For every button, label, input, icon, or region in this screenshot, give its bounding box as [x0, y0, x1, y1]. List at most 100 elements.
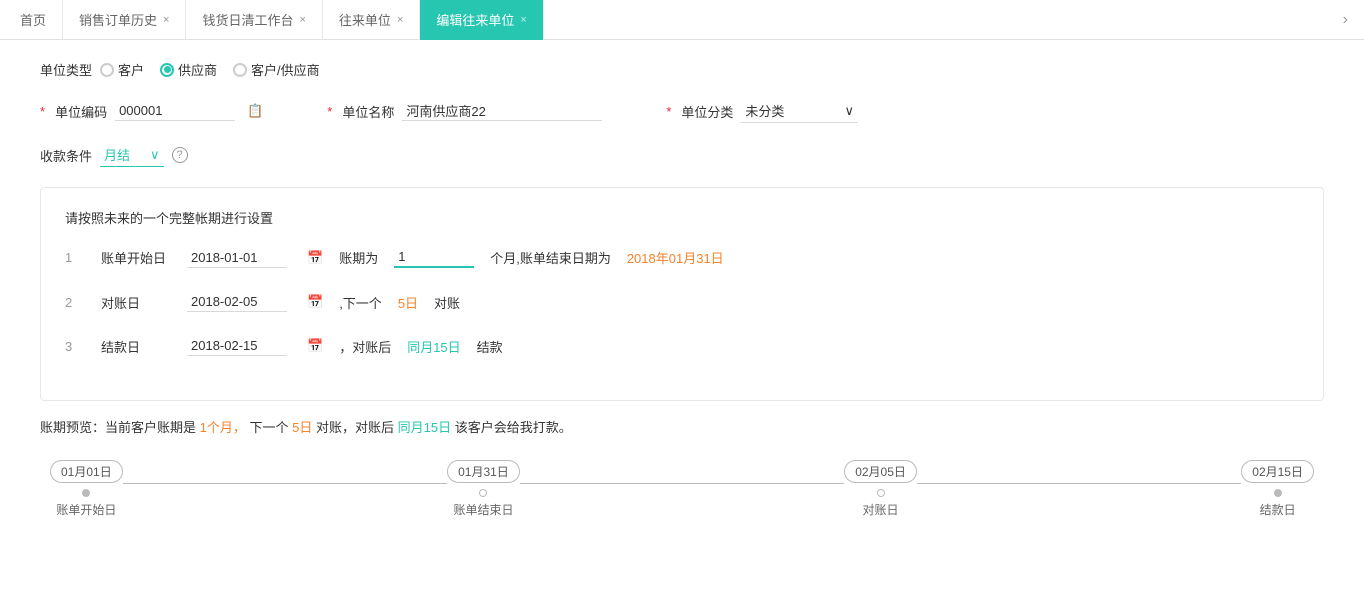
- preview-mid2: 对账，对账后: [316, 420, 394, 435]
- radio-customer[interactable]: 客户: [100, 60, 144, 79]
- timeline-label-3: 对账日: [863, 501, 899, 518]
- unit-type-field: 单位类型 客户 供应商 客户/供应商: [40, 60, 320, 79]
- radio-customer-circle: [100, 63, 114, 77]
- row-2-desc-part2: 对账: [434, 293, 460, 312]
- row-3-num: 3: [65, 339, 85, 354]
- tab-edit-partner-label: 编辑往来单位: [436, 10, 514, 29]
- tabs-bar: 首页 销售订单历史 × 钱货日清工作台 × 往来单位 × 编辑往来单位 × ›: [0, 0, 1364, 40]
- payment-label: 收款条件: [40, 146, 92, 165]
- row-1-period-input[interactable]: [394, 247, 474, 268]
- timeline-dot-3: [877, 489, 885, 497]
- row-1-end-date: 2018年01月31日: [627, 248, 724, 267]
- timeline-badge-4: 02月15日: [1241, 460, 1314, 483]
- row-3-date-input[interactable]: [187, 336, 287, 356]
- tab-cash-work-close[interactable]: ×: [299, 14, 305, 26]
- unit-category-field: * 单位分类 未分类 ∨: [666, 99, 858, 123]
- timeline-node-2: 01月31日 账单结束日: [447, 460, 520, 518]
- tab-edit-partner[interactable]: 编辑往来单位 ×: [420, 0, 543, 40]
- tab-sales-history-close[interactable]: ×: [163, 14, 169, 26]
- tab-home[interactable]: 首页: [8, 0, 63, 40]
- payment-select[interactable]: 月结 ∨: [100, 143, 164, 167]
- timeline-badge-2: 01月31日: [447, 460, 520, 483]
- row-1-label: 账单开始日: [101, 248, 171, 267]
- payment-value: 月结: [104, 145, 130, 164]
- radio-customer-label: 客户: [118, 60, 144, 79]
- tab-sales-history-label: 销售订单历史: [79, 10, 157, 29]
- row-3-cal-icon[interactable]: 📅: [307, 338, 323, 354]
- preview-prefix: 账期预览：当前客户账期是: [40, 420, 196, 435]
- unit-name-input[interactable]: [402, 101, 602, 121]
- timeline-node-1: 01月01日 账单开始日: [50, 460, 123, 518]
- unit-code-label: 单位编码: [55, 102, 107, 121]
- tab-sales-history[interactable]: 销售订单历史 ×: [63, 0, 186, 40]
- timeline-line-1: [123, 483, 447, 484]
- preview-text: 账期预览：当前客户账期是 1个月， 下一个 5日 对账，对账后 同月15日 该客…: [40, 417, 1324, 436]
- preview-hl1: 1个月，: [200, 420, 246, 435]
- timeline-date-3: 02月05日: [855, 465, 906, 479]
- row-1-suffix-after: 个月,账单结束日期为: [490, 248, 611, 267]
- preview-hl3: 同月15日: [398, 420, 451, 435]
- unit-type-radio-group: 客户 供应商 客户/供应商: [100, 60, 320, 79]
- tabs-nav-arrow[interactable]: ›: [1335, 11, 1356, 29]
- row-2-date-input[interactable]: [187, 292, 287, 312]
- row-3-desc-highlight: 同月15日: [407, 337, 460, 356]
- unit-code-input[interactable]: [115, 101, 235, 121]
- tab-cash-work[interactable]: 钱货日清工作台 ×: [186, 0, 322, 40]
- radio-supplier[interactable]: 供应商: [160, 60, 217, 79]
- row-2-num: 2: [65, 295, 85, 310]
- unit-code-icon[interactable]: 📋: [247, 103, 263, 119]
- row-3-label: 结款日: [101, 337, 171, 356]
- timeline-line-3: [917, 483, 1241, 484]
- tab-edit-partner-close[interactable]: ×: [520, 14, 526, 26]
- unit-name-field: * 单位名称: [327, 101, 602, 121]
- row-2-cal-icon[interactable]: 📅: [307, 294, 323, 310]
- row-1-cal-icon[interactable]: 📅: [307, 250, 323, 266]
- unit-category-label: 单位分类: [681, 102, 733, 121]
- row-2-desc-highlight: 5日: [398, 293, 418, 312]
- row-1-suffix-before: 账期为: [339, 248, 378, 267]
- data-row-1: 1 账单开始日 📅 账期为 个月,账单结束日期为 2018年01月31日: [65, 247, 1299, 268]
- timeline: 01月01日 账单开始日 01月31日 账单结束日 02月05日 对账日: [40, 460, 1324, 518]
- row-1-num: 1: [65, 250, 85, 265]
- preview-suffix: 该客户会给我打款。: [455, 420, 572, 435]
- preview-hl2: 5日: [292, 420, 312, 435]
- row-3-desc-part1: ，对账后: [339, 337, 391, 356]
- unit-category-chevron: ∨: [844, 103, 854, 119]
- timeline-badge-1: 01月01日: [50, 460, 123, 483]
- section-title: 请按照未来的一个完整帐期进行设置: [65, 208, 1299, 227]
- unit-name-label: 单位名称: [342, 102, 394, 121]
- radio-both-label: 客户/供应商: [251, 60, 320, 79]
- unit-code-field: * 单位编码 📋: [40, 101, 263, 121]
- preview-mid1: 下一个: [250, 420, 289, 435]
- row-2-desc-part1: ,下一个: [339, 293, 382, 312]
- unit-category-select[interactable]: 未分类 ∨: [741, 99, 858, 123]
- tab-partners[interactable]: 往来单位 ×: [323, 0, 420, 40]
- payment-chevron: ∨: [150, 147, 160, 163]
- timeline-label-4: 结款日: [1260, 501, 1296, 518]
- unit-type-row: 单位类型 客户 供应商 客户/供应商: [40, 60, 1324, 79]
- timeline-badge-3: 02月05日: [844, 460, 917, 483]
- radio-both[interactable]: 客户/供应商: [233, 60, 320, 79]
- data-row-3: 3 结款日 📅 ，对账后 同月15日 结款: [65, 336, 1299, 356]
- data-row-2: 2 对账日 📅 ,下一个 5日 对账: [65, 292, 1299, 312]
- tab-cash-work-label: 钱货日清工作台: [202, 10, 293, 29]
- unit-name-star: *: [327, 104, 332, 119]
- main-content: 单位类型 客户 供应商 客户/供应商: [0, 40, 1364, 608]
- payment-row: 收款条件 月结 ∨ ?: [40, 143, 1324, 167]
- unit-info-row: * 单位编码 📋 * 单位名称 * 单位分类 未分类 ∨: [40, 99, 1324, 123]
- timeline-date-1: 01月01日: [61, 465, 112, 479]
- help-icon-label: ?: [176, 149, 182, 161]
- payment-field: 收款条件 月结 ∨ ?: [40, 143, 188, 167]
- timeline-date-4: 02月15日: [1252, 465, 1303, 479]
- section-box: 请按照未来的一个完整帐期进行设置 1 账单开始日 📅 账期为 个月,账单结束日期…: [40, 187, 1324, 401]
- timeline-line-2: [520, 483, 844, 484]
- row-1-date-input[interactable]: [187, 248, 287, 268]
- help-icon[interactable]: ?: [172, 147, 188, 163]
- tab-home-label: 首页: [20, 10, 46, 29]
- row-3-desc-part2: 结款: [477, 337, 503, 356]
- timeline-date-2: 01月31日: [458, 465, 509, 479]
- radio-supplier-label: 供应商: [178, 60, 217, 79]
- tab-partners-close[interactable]: ×: [397, 14, 403, 26]
- timeline-node-4: 02月15日 结款日: [1241, 460, 1314, 518]
- unit-category-star: *: [666, 104, 671, 119]
